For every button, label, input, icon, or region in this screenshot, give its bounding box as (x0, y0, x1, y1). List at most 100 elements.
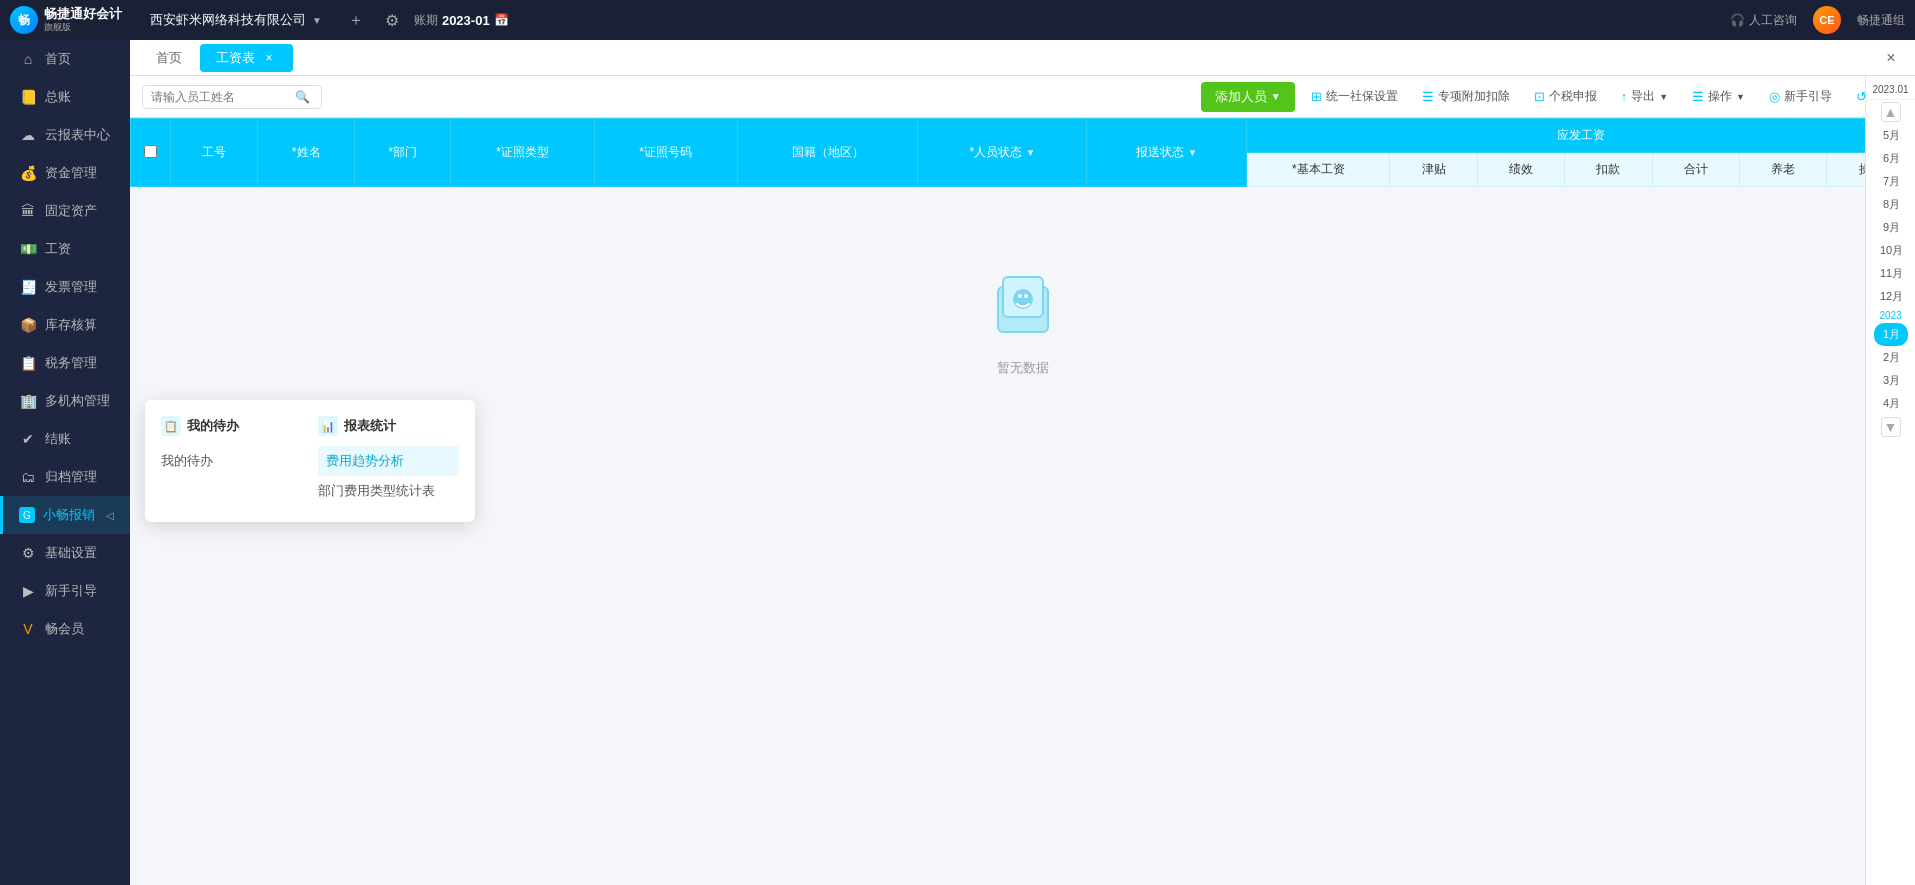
timeline-month-10[interactable]: 10月 (1866, 239, 1915, 262)
search-icon[interactable]: 🔍 (295, 90, 310, 104)
timeline-nav-up[interactable]: ▲ (1881, 102, 1901, 122)
col-person-status: *人员状态 ▼ (918, 119, 1087, 187)
col-name: *姓名 (258, 119, 355, 187)
user-avatar[interactable]: CE (1813, 6, 1841, 34)
timeline-month-9[interactable]: 9月 (1866, 216, 1915, 239)
col-id-type: *证照类型 (451, 119, 594, 187)
timeline-month-6[interactable]: 6月 (1866, 147, 1915, 170)
person-status-filter-icon[interactable]: ▼ (1025, 147, 1035, 158)
basic-settings-icon: ⚙ (19, 545, 37, 561)
todo-section-title: 我的待办 (187, 417, 239, 435)
dropdown-my-todo[interactable]: 我的待办 (161, 446, 302, 476)
sidebar-label-basic: 基础设置 (45, 544, 97, 562)
sidebar-label-invoice: 发票管理 (45, 278, 97, 296)
sidebar-item-multi-org[interactable]: 🏢 多机构管理 (0, 382, 130, 420)
sidebar-item-inventory[interactable]: 📦 库存核算 (0, 306, 130, 344)
support-button[interactable]: 🎧 人工咨询 (1730, 12, 1797, 29)
header-actions: ＋ ⚙ (342, 6, 406, 34)
app-name: 畅捷通好会计 (44, 6, 122, 22)
col-performance: 绩效 (1477, 153, 1564, 187)
company-selector[interactable]: 西安虾米网络科技有限公司 ▼ (140, 11, 332, 29)
sidebar-item-archive[interactable]: 🗂 归档管理 (0, 458, 130, 496)
archive-icon: 🗂 (19, 469, 37, 485)
tab-bar: 首页 工资表 × × (130, 40, 1915, 76)
sidebar-label-expense: 小畅报销 (43, 506, 95, 524)
tax-icon: 📋 (19, 355, 37, 371)
dropdown-cost-trend[interactable]: 费用趋势分析 (318, 446, 459, 476)
special-deduction-label: 专项附加扣除 (1438, 88, 1510, 105)
cloud-icon: ☁ (19, 127, 37, 143)
timeline-month-4[interactable]: 4月 (1866, 392, 1915, 415)
tab-close-salary[interactable]: × (261, 50, 277, 66)
sidebar-item-tax[interactable]: 📋 税务管理 (0, 344, 130, 382)
timeline-month-12[interactable]: 12月 (1866, 285, 1915, 308)
sidebar-item-ledger[interactable]: 📒 总账 (0, 78, 130, 116)
social-insurance-btn[interactable]: ⊞ 统一社保设置 (1303, 84, 1406, 109)
multi-org-icon: 🏢 (19, 393, 37, 409)
search-input[interactable] (151, 90, 291, 104)
sidebar-label-ledger: 总账 (45, 88, 71, 106)
report-status-filter-icon[interactable]: ▼ (1187, 147, 1197, 158)
calendar-icon[interactable]: 📅 (494, 13, 509, 27)
timeline-month-8[interactable]: 8月 (1866, 193, 1915, 216)
svg-point-3 (1018, 294, 1022, 298)
search-box: 🔍 (142, 85, 322, 109)
col-country: 国籍（地区） (737, 119, 918, 187)
logo-text-block: 畅捷通好会计 旗舰版 (44, 6, 122, 35)
ledger-icon: 📒 (19, 89, 37, 105)
top-header: 畅 畅捷通好会计 旗舰版 西安虾米网络科技有限公司 ▼ ＋ ⚙ 账期 2023-… (0, 0, 1915, 40)
select-all-checkbox[interactable] (144, 145, 157, 158)
sidebar-item-expense[interactable]: G 小畅报销 ◁ (0, 496, 130, 534)
add-btn-header[interactable]: ＋ (342, 6, 370, 34)
operations-icon: ☰ (1692, 89, 1704, 104)
col-pension: 养老 (1740, 153, 1827, 187)
app-logo-icon: 畅 (10, 6, 38, 34)
sidebar: ⌂ 首页 📒 总账 ☁ 云报表中心 💰 资金管理 🏛 固定资产 💵 工资 🧾 发… (0, 40, 130, 885)
social-insurance-icon: ⊞ (1311, 89, 1322, 104)
col-dept: *部门 (354, 119, 451, 187)
sidebar-item-home[interactable]: ⌂ 首页 (0, 40, 130, 78)
dropdown-dept-cost[interactable]: 部门费用类型统计表 (318, 476, 459, 506)
sidebar-label-tax: 税务管理 (45, 354, 97, 372)
timeline-panel: 2023.01 ▲ 5月 6月 7月 8月 9月 10月 11月 12月 202… (1865, 76, 1915, 885)
dropdown-menu: 📋 我的待办 我的待办 📊 报表统计 费用趋势分析 部门费用类型统计表 (145, 400, 475, 522)
sidebar-label-cloud: 云报表中心 (45, 126, 110, 144)
headset-icon: 🎧 (1730, 13, 1745, 27)
sidebar-item-fixed-assets[interactable]: 🏛 固定资产 (0, 192, 130, 230)
add-person-button[interactable]: 添加人员 ▼ (1201, 82, 1295, 112)
period-label: 账期 (414, 12, 438, 29)
personal-tax-btn[interactable]: ⊡ 个税申报 (1526, 84, 1605, 109)
timeline-header: 2023.01 (1866, 80, 1915, 100)
sidebar-label-capital: 资金管理 (45, 164, 97, 182)
sidebar-item-salary[interactable]: 💵 工资 (0, 230, 130, 268)
sidebar-item-invoice[interactable]: 🧾 发票管理 (0, 268, 130, 306)
timeline-month-1[interactable]: 1月 (1874, 323, 1908, 346)
settings-btn-header[interactable]: ⚙ (378, 6, 406, 34)
timeline-month-7[interactable]: 7月 (1866, 170, 1915, 193)
new-guide-toolbar-btn[interactable]: ◎ 新手引导 (1761, 84, 1840, 109)
sidebar-item-basic-settings[interactable]: ⚙ 基础设置 (0, 534, 130, 572)
timeline-month-2[interactable]: 2月 (1866, 346, 1915, 369)
sidebar-label-settle: 结账 (45, 430, 71, 448)
operations-btn[interactable]: ☰ 操作 ▼ (1684, 84, 1753, 109)
sidebar-item-cloud-report[interactable]: ☁ 云报表中心 (0, 116, 130, 154)
tab-salary[interactable]: 工资表 × (200, 44, 293, 72)
empty-text: 暂无数据 (997, 359, 1049, 377)
personal-tax-label: 个税申报 (1549, 88, 1597, 105)
sidebar-item-settle[interactable]: ✔ 结账 (0, 420, 130, 458)
sidebar-item-new-guide[interactable]: ▶ 新手引导 (0, 572, 130, 610)
logo-area: 畅 畅捷通好会计 旗舰版 (10, 6, 140, 35)
special-deduction-btn[interactable]: ☰ 专项附加扣除 (1414, 84, 1518, 109)
tab-home[interactable]: 首页 (140, 44, 198, 72)
export-btn[interactable]: ↑ 导出 ▼ (1613, 84, 1676, 109)
col-id-no: *证照号码 (594, 119, 737, 187)
sidebar-item-capital[interactable]: 💰 资金管理 (0, 154, 130, 192)
sidebar-label-archive: 归档管理 (45, 468, 97, 486)
timeline-month-11[interactable]: 11月 (1866, 262, 1915, 285)
col-job-no: 工号 (171, 119, 258, 187)
sidebar-item-member[interactable]: V 畅会员 (0, 610, 130, 648)
timeline-nav-down[interactable]: ▼ (1881, 417, 1901, 437)
timeline-month-5[interactable]: 5月 (1866, 124, 1915, 147)
timeline-month-3[interactable]: 3月 (1866, 369, 1915, 392)
close-panel-button[interactable]: × (1877, 44, 1905, 72)
